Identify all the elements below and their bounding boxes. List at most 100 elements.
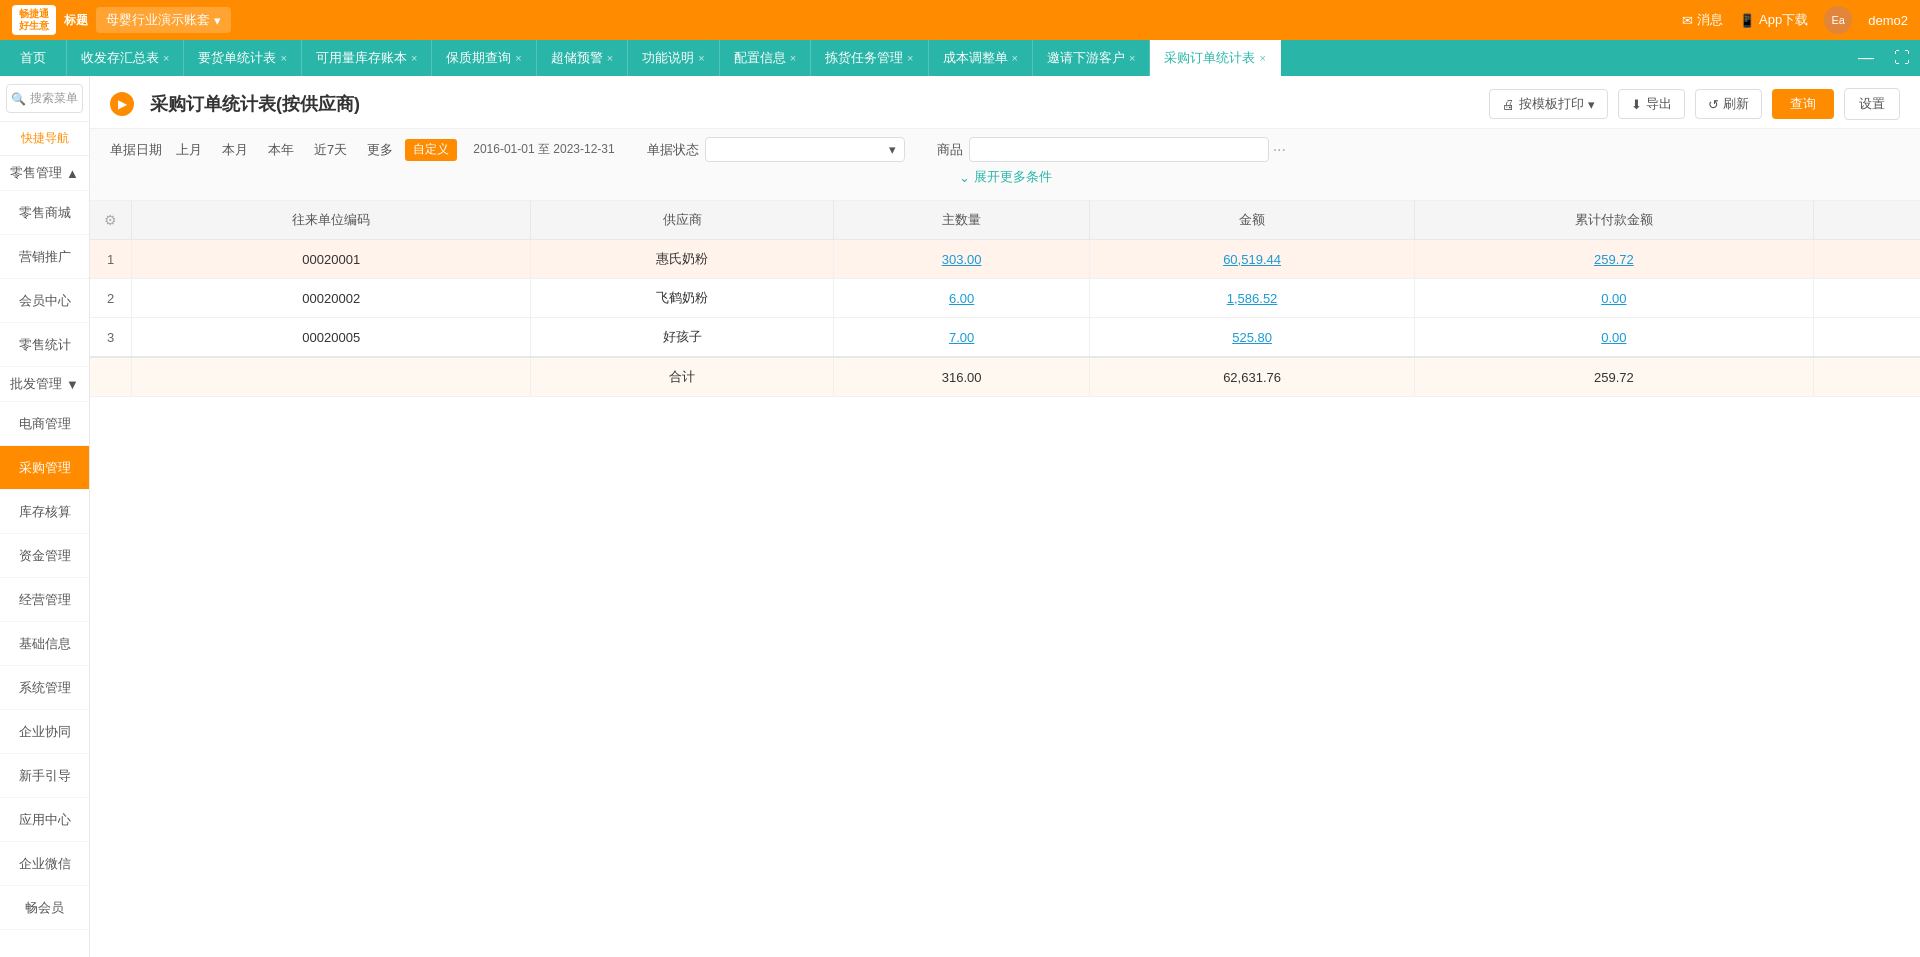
message-btn[interactable]: ✉ 消息 xyxy=(1682,11,1723,29)
expand-more-btn[interactable]: ⌄ 展开更多条件 xyxy=(959,168,1052,186)
wholesale-label: 批发管理 xyxy=(10,375,62,393)
date-custom-label[interactable]: 自定义 xyxy=(405,139,457,161)
tab-yaoqing[interactable]: 邀请下游客户 × xyxy=(1033,40,1150,76)
close-icon[interactable]: × xyxy=(280,52,286,64)
td-code: 00020005 xyxy=(132,318,531,358)
td-num: 2 xyxy=(90,279,132,318)
close-icon[interactable]: × xyxy=(411,52,417,64)
print-label: 按模板打印 xyxy=(1519,95,1584,113)
td-extra xyxy=(1814,240,1920,279)
refresh-label: 刷新 xyxy=(1723,95,1749,113)
inventory-label: 库存核算 xyxy=(19,503,71,521)
chevron-down-icon: ▲ xyxy=(66,166,79,181)
close-icon[interactable]: × xyxy=(1012,52,1018,64)
tab-gongneng[interactable]: 功能说明 × xyxy=(628,40,719,76)
td-quantity: 303.00 xyxy=(833,240,1090,279)
sidebar-item-app-center[interactable]: 应用中心 xyxy=(0,798,89,842)
close-icon[interactable]: × xyxy=(515,52,521,64)
tab-caigou-active[interactable]: 采购订单统计表 × xyxy=(1150,40,1280,76)
tab-peizhi[interactable]: 配置信息 × xyxy=(720,40,811,76)
sidebar-item-marketing[interactable]: 营销推广 xyxy=(0,235,89,279)
date-btn-more[interactable]: 更多 xyxy=(359,139,401,161)
sidebar-item-finance[interactable]: 资金管理 xyxy=(0,534,89,578)
maximize-btn[interactable]: ⛶ xyxy=(1884,40,1920,76)
close-icon[interactable]: × xyxy=(790,52,796,64)
export-btn[interactable]: ⬇ 导出 xyxy=(1618,89,1685,119)
status-select[interactable]: ▾ xyxy=(705,137,905,162)
date-range-display: 2016-01-01 至 2023-12-31 xyxy=(473,141,614,158)
tab-yaohuo[interactable]: 要货单统计表 × xyxy=(184,40,301,76)
search-menu-btn[interactable]: 🔍 搜索菜单 xyxy=(6,84,83,113)
close-icon[interactable]: × xyxy=(1259,52,1265,64)
tab-chengben[interactable]: 成本调整单 × xyxy=(929,40,1033,76)
th-extra xyxy=(1814,201,1920,240)
column-settings-icon[interactable]: ⚙ xyxy=(104,212,117,228)
wechat-label: 企业微信 xyxy=(19,855,71,873)
tab-label: 采购订单统计表 xyxy=(1164,49,1255,67)
sidebar-item-basic[interactable]: 基础信息 xyxy=(0,622,89,666)
date-btn-7days[interactable]: 近7天 xyxy=(306,139,355,161)
retail-shop-label: 零售商城 xyxy=(19,204,71,222)
tab-label: 配置信息 xyxy=(734,49,786,67)
top-bar: 畅捷通好生意 标题 母婴行业演示账套 ▾ ✉ 消息 📱 App下载 Ea dem… xyxy=(0,0,1920,40)
close-icon[interactable]: × xyxy=(607,52,613,64)
sidebar-item-system[interactable]: 系统管理 xyxy=(0,666,89,710)
td-code: 00020002 xyxy=(132,279,531,318)
minimize-btn[interactable]: — xyxy=(1848,40,1884,76)
header-actions: 🖨 按模板打印 ▾ ⬇ 导出 ↺ 刷新 查询 设置 xyxy=(1489,88,1900,120)
table-row: 1 00020001 惠氏奶粉 303.00 60,519.44 259.72 xyxy=(90,240,1920,279)
settings-btn[interactable]: 设置 xyxy=(1844,88,1900,120)
date-btn-this-month[interactable]: 本月 xyxy=(214,139,256,161)
td-num: 1 xyxy=(90,240,132,279)
sidebar-item-purchase[interactable]: 采购管理 xyxy=(0,446,89,490)
tab-chaochuyujing[interactable]: 超储预警 × xyxy=(537,40,628,76)
close-icon[interactable]: × xyxy=(907,52,913,64)
avatar[interactable]: Ea xyxy=(1824,6,1852,34)
close-icon[interactable]: × xyxy=(698,52,704,64)
date-shortcuts: 上月 本月 本年 近7天 更多 自定义 xyxy=(168,139,457,161)
goods-input[interactable] xyxy=(969,137,1269,162)
refresh-btn[interactable]: ↺ 刷新 xyxy=(1695,89,1762,119)
tfoot-empty xyxy=(90,357,132,397)
workspace-selector[interactable]: 母婴行业演示账套 ▾ xyxy=(96,7,231,33)
tab-keyongliang[interactable]: 可用量库存账本 × xyxy=(302,40,432,76)
export-icon: ⬇ xyxy=(1631,97,1642,112)
sidebar-item-wechat[interactable]: 企业微信 xyxy=(0,842,89,886)
sidebar-item-retail-shop[interactable]: 零售商城 xyxy=(0,191,89,235)
close-icon[interactable]: × xyxy=(1129,52,1135,64)
th-paid: 累计付款金额 xyxy=(1414,201,1813,240)
toggle-sidebar-btn[interactable]: ▶ xyxy=(110,92,134,116)
sidebar-item-ecommerce[interactable]: 电商管理 xyxy=(0,402,89,446)
member2-label: 畅会员 xyxy=(25,899,64,917)
retail-mgmt-label: 零售管理 xyxy=(10,164,62,182)
tfoot-extra xyxy=(1814,357,1920,397)
sidebar-item-inventory[interactable]: 库存核算 xyxy=(0,490,89,534)
sidebar-item-enterprise[interactable]: 企业协同 xyxy=(0,710,89,754)
date-btn-last-month[interactable]: 上月 xyxy=(168,139,210,161)
app-download-btn[interactable]: 📱 App下载 xyxy=(1739,11,1808,29)
sidebar-item-operation[interactable]: 经营管理 xyxy=(0,578,89,622)
date-btn-this-year[interactable]: 本年 xyxy=(260,139,302,161)
tab-baozhi[interactable]: 保质期查询 × xyxy=(432,40,536,76)
sidebar-item-retail-mgmt[interactable]: 零售管理 ▲ xyxy=(0,156,89,191)
tab-home[interactable]: 首页 xyxy=(0,40,67,76)
ecommerce-label: 电商管理 xyxy=(19,415,71,433)
close-icon[interactable]: × xyxy=(163,52,169,64)
content-area: ▶ 采购订单统计表(按供应商) 🖨 按模板打印 ▾ ⬇ 导出 ↺ 刷新 查询 xyxy=(90,76,1920,957)
query-btn[interactable]: 查询 xyxy=(1772,89,1834,119)
quick-nav-btn[interactable]: 快捷导航 xyxy=(21,130,69,147)
user-name: demo2 xyxy=(1868,13,1908,28)
sidebar-item-guide[interactable]: 新手引导 xyxy=(0,754,89,798)
status-label: 单据状态 xyxy=(647,141,699,159)
tab-shoufacun[interactable]: 收发存汇总表 × xyxy=(67,40,184,76)
status-filter: 单据状态 ▾ xyxy=(647,137,905,162)
tab-jianhuo[interactable]: 拣货任务管理 × xyxy=(811,40,928,76)
table-row: 3 00020005 好孩子 7.00 525.80 0.00 xyxy=(90,318,1920,358)
sidebar-item-retail-stats[interactable]: 零售统计 xyxy=(0,323,89,367)
print-btn[interactable]: 🖨 按模板打印 ▾ xyxy=(1489,89,1608,119)
more-icon[interactable]: ··· xyxy=(1273,141,1286,159)
tfoot-quantity: 316.00 xyxy=(833,357,1090,397)
sidebar-item-member[interactable]: 会员中心 xyxy=(0,279,89,323)
sidebar-item-member2[interactable]: 畅会员 xyxy=(0,886,89,930)
sidebar-item-wholesale[interactable]: 批发管理 ▼ xyxy=(0,367,89,402)
